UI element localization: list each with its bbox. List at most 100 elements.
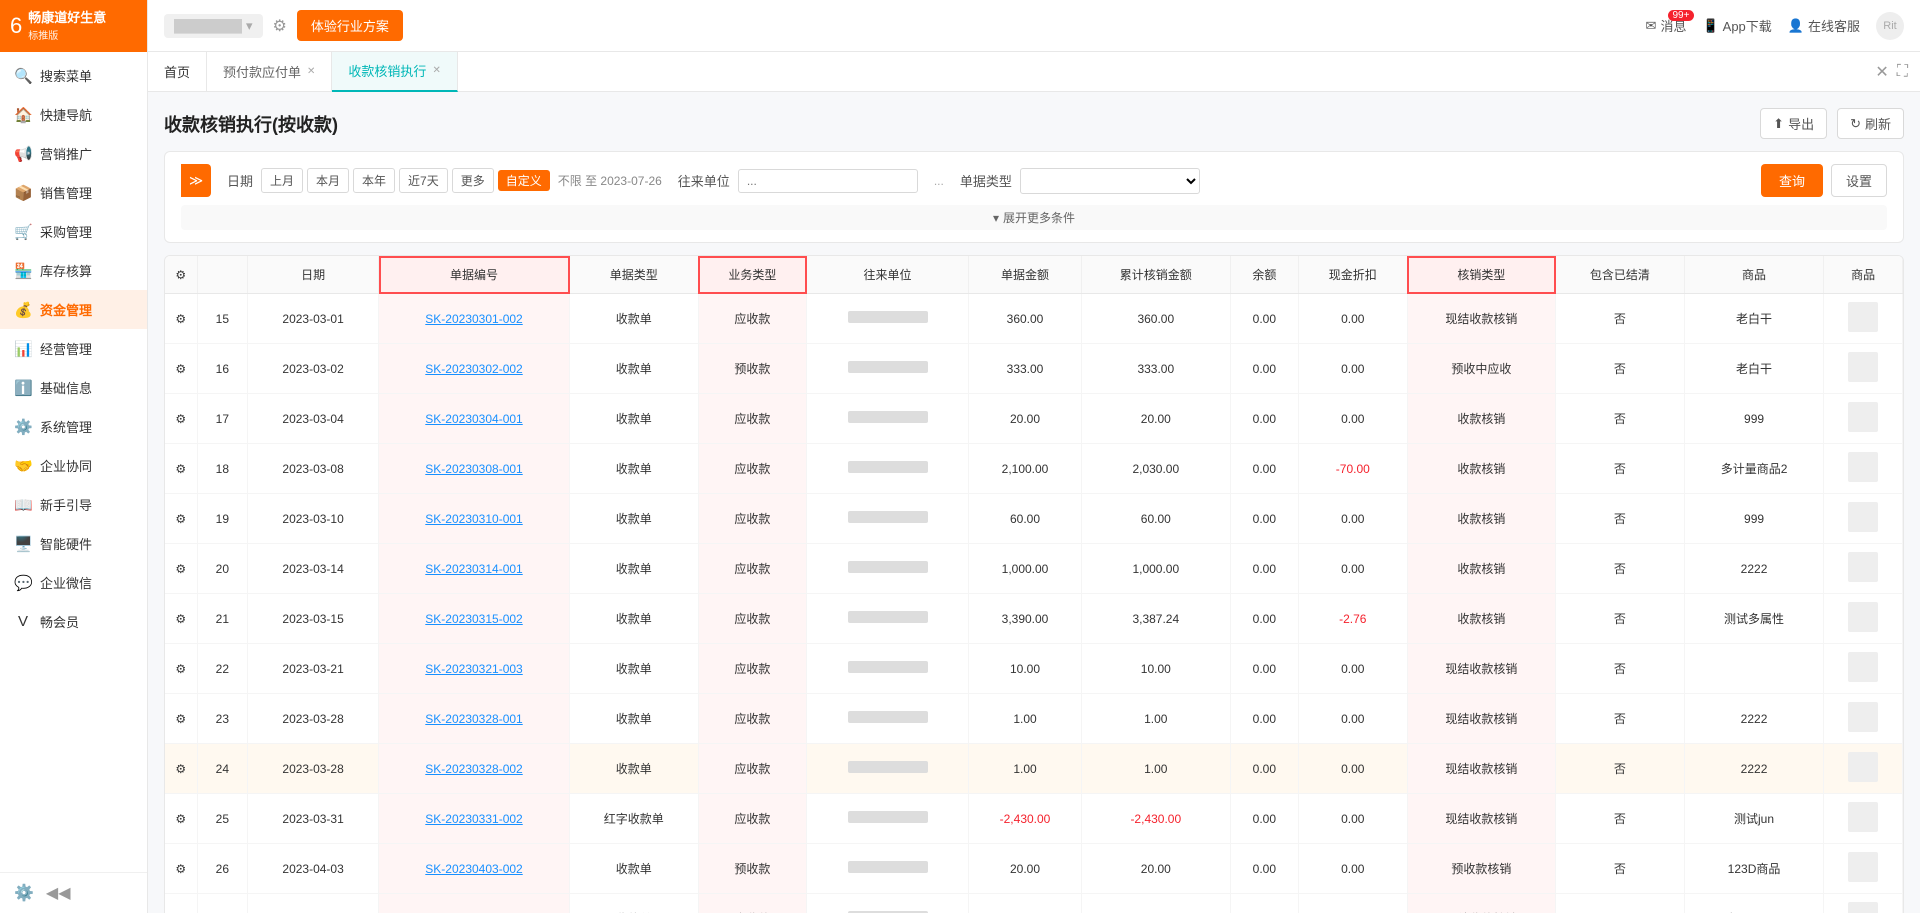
cell-settings[interactable]: ⚙ — [165, 594, 197, 644]
doc-no-link[interactable]: SK-20230328-001 — [425, 712, 522, 726]
doc-no-link[interactable]: SK-20230328-002 — [425, 762, 522, 776]
doc-no-link[interactable]: SK-20230304-001 — [425, 412, 522, 426]
col-header-verify-amount[interactable]: 累计核销金额 — [1082, 256, 1231, 294]
service-button[interactable]: 👤 在线客服 — [1788, 16, 1860, 35]
filter-expand-button[interactable]: ≫ — [181, 164, 211, 197]
sidebar-item-operation[interactable]: 📊经营管理 — [0, 329, 147, 368]
cell-settings[interactable]: ⚙ — [165, 494, 197, 544]
export-button[interactable]: ⬆ 导出 — [1760, 108, 1827, 139]
cell-settings[interactable]: ⚙ — [165, 344, 197, 394]
filter-settings-button[interactable]: 设置 — [1831, 164, 1887, 197]
cell-settings[interactable]: ⚙ — [165, 844, 197, 894]
col-header-product[interactable]: 商品 — [1684, 256, 1824, 294]
sidebar-item-system[interactable]: ⚙️系统管理 — [0, 407, 147, 446]
cell-settings[interactable]: ⚙ — [165, 444, 197, 494]
row-settings-icon[interactable]: ⚙ — [175, 312, 186, 326]
col-header-settings[interactable]: ⚙ — [165, 256, 197, 294]
col-header-verify-type[interactable]: 核销类型 — [1407, 256, 1556, 294]
table-header: ⚙ 日期 单据编号 单据类型 业务类型 往来单位 单据金额 累计核销金额 余额 … — [165, 256, 1903, 294]
col-header-doctype[interactable]: 单据类型 — [570, 256, 699, 294]
cell-settings[interactable]: ⚙ — [165, 694, 197, 744]
row-settings-icon[interactable]: ⚙ — [175, 462, 186, 476]
col-header-product2[interactable]: 商品 — [1824, 256, 1903, 294]
solution-button[interactable]: 体验行业方案 — [297, 10, 403, 41]
sidebar-item-search[interactable]: 🔍搜索菜单 — [0, 56, 147, 95]
cell-settings[interactable]: ⚙ — [165, 794, 197, 844]
row-settings-icon[interactable]: ⚙ — [175, 512, 186, 526]
cell-product: 多计量商品2 — [1684, 444, 1824, 494]
doc-no-link[interactable]: SK-20230302-002 — [425, 362, 522, 376]
topbar-gear-icon[interactable]: ⚙ — [273, 16, 287, 36]
tab-receipt-verify[interactable]: 收款核销执行 ✕ — [332, 52, 457, 92]
sidebar-item-guide[interactable]: 📖新手引导 — [0, 485, 147, 524]
row-settings-icon[interactable]: ⚙ — [175, 362, 186, 376]
col-header-date[interactable]: 日期 — [248, 256, 379, 294]
col-header-balance[interactable]: 余额 — [1230, 256, 1298, 294]
doc-no-link[interactable]: SK-20230310-001 — [425, 512, 522, 526]
row-settings-icon[interactable]: ⚙ — [175, 712, 186, 726]
sidebar-item-quick-nav[interactable]: 🏠快捷导航 — [0, 95, 147, 134]
refresh-button[interactable]: ↻ 刷新 — [1837, 108, 1904, 139]
app-download-button[interactable]: 📱 App下载 — [1702, 16, 1771, 35]
user-avatar[interactable]: Rit — [1876, 12, 1904, 40]
sidebar-item-finance[interactable]: 💰资金管理 — [0, 290, 147, 329]
sidebar-item-smart-hw[interactable]: 🖥️智能硬件 — [0, 524, 147, 563]
filter-more-btn[interactable]: 更多 — [452, 168, 494, 193]
messages-button[interactable]: ✉ 消息 99+ — [1646, 16, 1687, 35]
tab-home[interactable]: 首页 — [148, 52, 207, 92]
doc-no-link[interactable]: SK-20230308-001 — [425, 462, 522, 476]
cell-settings[interactable]: ⚙ — [165, 744, 197, 794]
doc-no-link[interactable]: SK-20230403-002 — [425, 862, 522, 876]
cell-verify-amount: 1,000.00 — [1082, 544, 1231, 594]
cell-settings[interactable]: ⚙ — [165, 544, 197, 594]
sidebar-item-marketing[interactable]: 📢营销推广 — [0, 134, 147, 173]
cell-amount: 20.00 — [968, 394, 1081, 444]
filter-partner-input[interactable] — [738, 169, 918, 193]
sidebar-item-basic-info[interactable]: ℹ️基础信息 — [0, 368, 147, 407]
row-settings-icon[interactable]: ⚙ — [175, 812, 186, 826]
cell-settings[interactable]: ⚙ — [165, 894, 197, 913]
col-header-partner[interactable]: 往来单位 — [807, 256, 969, 294]
doc-no-link[interactable]: SK-20230301-002 — [425, 312, 522, 326]
col-header-cash-discount[interactable]: 现金折扣 — [1299, 256, 1408, 294]
col-header-include-settled[interactable]: 包含已结清 — [1556, 256, 1685, 294]
row-settings-icon[interactable]: ⚙ — [175, 762, 186, 776]
topbar-title-box[interactable]: ████████ ▾ — [164, 14, 263, 38]
tab-prepay[interactable]: 预付款应付单 ✕ — [207, 52, 332, 92]
filter-this-year-btn[interactable]: 本年 — [353, 168, 395, 193]
tabbar-fullscreen-icon[interactable]: ⛶ — [1897, 63, 1908, 81]
query-button[interactable]: 查询 — [1761, 164, 1823, 197]
filter-expand-more[interactable]: ▾ 展开更多条件 — [181, 205, 1887, 230]
filter-last-month-btn[interactable]: 上月 — [261, 168, 303, 193]
sidebar-item-member[interactable]: V畅会员 — [0, 602, 147, 641]
sidebar-item-purchase[interactable]: 🛒采购管理 — [0, 212, 147, 251]
filter-doctype-select[interactable] — [1020, 168, 1200, 194]
doc-no-link[interactable]: SK-20230314-001 — [425, 562, 522, 576]
doc-no-link[interactable]: SK-20230321-003 — [425, 662, 522, 676]
sidebar-item-inventory[interactable]: 🏪库存核算 — [0, 251, 147, 290]
tabbar-close-all-icon[interactable]: ✕ — [1875, 62, 1888, 82]
filter-this-month-btn[interactable]: 本月 — [307, 168, 349, 193]
filter-7days-btn[interactable]: 近7天 — [399, 168, 448, 193]
tab-receipt-close-icon[interactable]: ✕ — [432, 65, 440, 76]
filter-custom-btn[interactable]: 自定义 — [498, 170, 550, 191]
cell-settings[interactable]: ⚙ — [165, 294, 197, 344]
sidebar-item-sales[interactable]: 📦销售管理 — [0, 173, 147, 212]
row-settings-icon[interactable]: ⚙ — [175, 862, 186, 876]
doc-no-link[interactable]: SK-20230331-002 — [425, 812, 522, 826]
row-settings-icon[interactable]: ⚙ — [175, 662, 186, 676]
cell-settings[interactable]: ⚙ — [165, 644, 197, 694]
sidebar-item-wechat[interactable]: 💬企业微信 — [0, 563, 147, 602]
col-header-amount[interactable]: 单据金额 — [968, 256, 1081, 294]
col-header-docno[interactable]: 单据编号 — [379, 256, 570, 294]
row-settings-icon[interactable]: ⚙ — [175, 612, 186, 626]
col-header-biztype[interactable]: 业务类型 — [698, 256, 807, 294]
tab-prepay-close-icon[interactable]: ✕ — [307, 66, 315, 77]
doc-no-link[interactable]: SK-20230315-002 — [425, 612, 522, 626]
cell-settings[interactable]: ⚙ — [165, 394, 197, 444]
row-settings-icon[interactable]: ⚙ — [175, 562, 186, 576]
sidebar-item-enterprise[interactable]: 🤝企业协同 — [0, 446, 147, 485]
settings-footer-icon[interactable]: ⚙️ — [14, 883, 34, 903]
collapse-icon[interactable]: ◀◀ — [46, 883, 71, 903]
row-settings-icon[interactable]: ⚙ — [175, 412, 186, 426]
